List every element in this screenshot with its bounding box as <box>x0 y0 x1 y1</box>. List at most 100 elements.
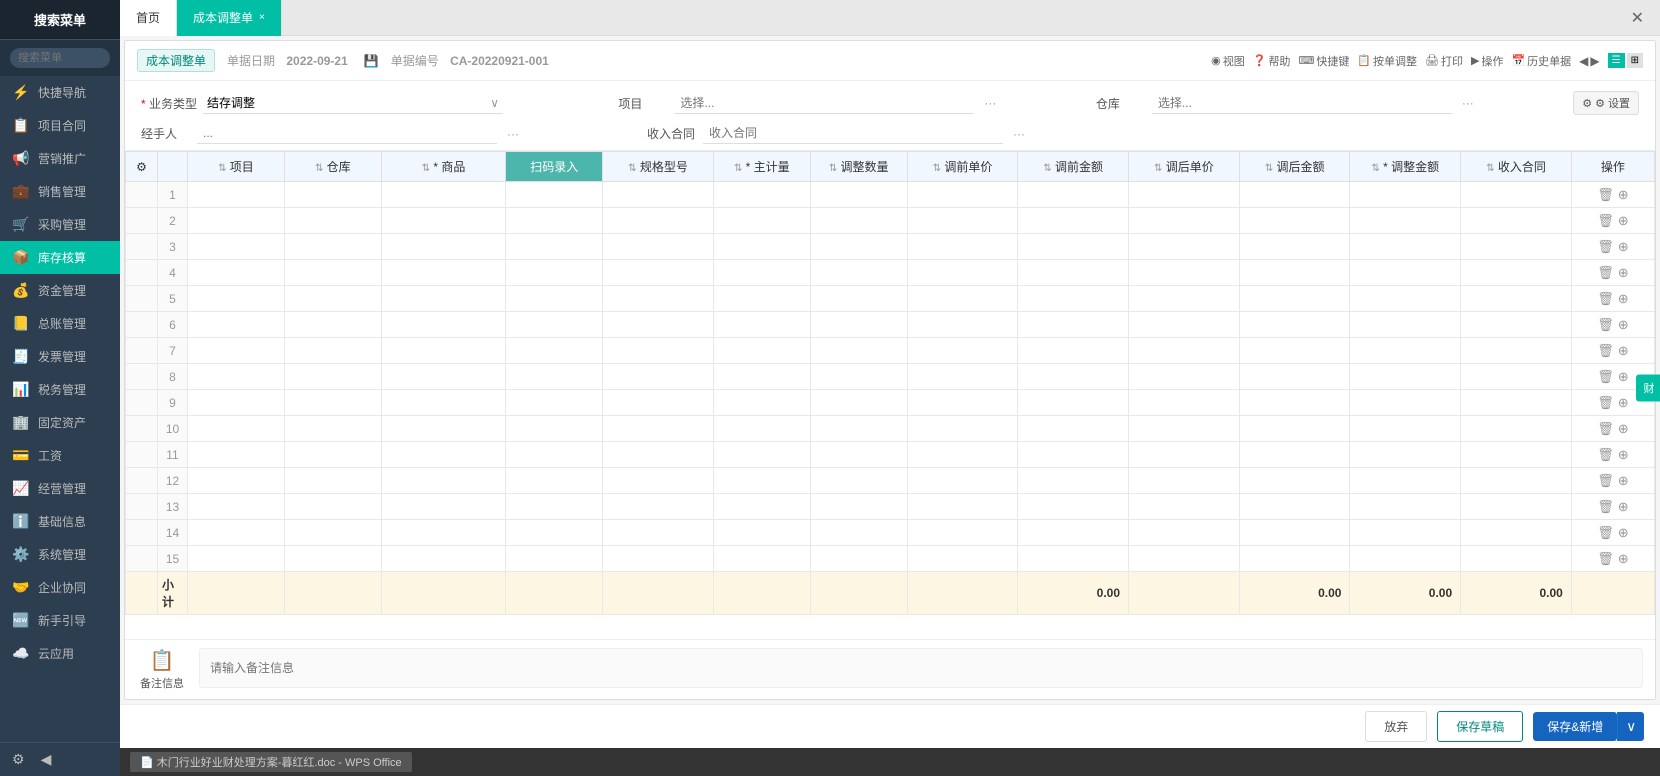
warehouse-input[interactable] <box>1152 93 1452 114</box>
table-row[interactable]: 5 🗑 ⊕ <box>126 286 1655 312</box>
sidebar-item-basic[interactable]: ℹ️ 基础信息 <box>0 505 120 538</box>
copy-row-btn[interactable]: ⊕ <box>1618 551 1629 567</box>
th-spec[interactable]: ⇅ 规格型号 <box>603 152 714 182</box>
save-new-dropdown-btn[interactable]: ∨ <box>1617 712 1644 741</box>
delete-row-btn[interactable]: 🗑 <box>1597 395 1614 411</box>
copy-row-btn[interactable]: ⊕ <box>1618 265 1629 281</box>
settings-button[interactable]: ⚙ ⚙ 设置 <box>1573 91 1639 115</box>
table-row[interactable]: 14 🗑 ⊕ <box>126 520 1655 546</box>
sidebar-item-marketing[interactable]: 📢 营销推广 <box>0 142 120 175</box>
sidebar-item-fund[interactable]: 💰 资金管理 <box>0 274 120 307</box>
copy-row-btn[interactable]: ⊕ <box>1618 473 1629 489</box>
tab-home[interactable]: 首页 <box>120 0 177 36</box>
delete-row-btn[interactable]: 🗑 <box>1597 551 1614 567</box>
sidebar-item-newguide[interactable]: 🆕 新手引导 <box>0 604 120 637</box>
sidebar-item-quick-nav[interactable]: ⚡ 快捷导航 <box>0 76 120 109</box>
delete-row-btn[interactable]: 🗑 <box>1597 343 1614 359</box>
discard-button[interactable]: 放弃 <box>1365 711 1427 742</box>
table-row[interactable]: 7 🗑 ⊕ <box>126 338 1655 364</box>
copy-row-btn[interactable]: ⊕ <box>1618 421 1629 437</box>
table-row[interactable]: 2 🗑 ⊕ <box>126 208 1655 234</box>
table-row[interactable]: 6 🗑 ⊕ <box>126 312 1655 338</box>
right-edge-tab[interactable]: 财 <box>1636 375 1660 402</box>
window-close-button[interactable]: ✕ <box>1623 4 1652 32</box>
tab-cost-adjustment[interactable]: 成本调整单 × <box>177 0 282 36</box>
biz-type-dropdown-icon[interactable]: ∨ <box>490 96 499 110</box>
delete-row-btn[interactable]: 🗑 <box>1597 421 1614 437</box>
th-after-price[interactable]: ⇅ 调后单价 <box>1129 152 1240 182</box>
table-row[interactable]: 15 🗑 ⊕ <box>126 546 1655 572</box>
th-scan[interactable]: 扫码录入 <box>506 152 603 182</box>
action-audit[interactable]: 📋 按单调整 <box>1357 53 1417 69</box>
th-project[interactable]: ⇅ 项目 <box>188 152 285 182</box>
sidebar-item-fixed-assets[interactable]: 🏢 固定资产 <box>0 406 120 439</box>
income-contract-input[interactable] <box>703 123 1003 144</box>
handler-input[interactable] <box>197 123 497 144</box>
sidebar-item-tax[interactable]: 📊 税务管理 <box>0 373 120 406</box>
delete-row-btn[interactable]: 🗑 <box>1597 317 1614 333</box>
th-before-price[interactable]: ⇅ 调前单价 <box>907 152 1018 182</box>
delete-row-btn[interactable]: 🗑 <box>1597 213 1614 229</box>
th-product[interactable]: ⇅ * 商品 <box>381 152 506 182</box>
th-adjust-amount[interactable]: ⇅ * 调整金额 <box>1350 152 1461 182</box>
table-row[interactable]: 9 🗑 ⊕ <box>126 390 1655 416</box>
action-history[interactable]: 📅 历史单据 <box>1511 53 1571 69</box>
nav-next-btn[interactable]: ▶ <box>1590 54 1599 68</box>
copy-row-btn[interactable]: ⊕ <box>1618 239 1629 255</box>
sidebar-search-input[interactable] <box>10 48 110 68</box>
th-warehouse[interactable]: ⇅ 仓库 <box>284 152 381 182</box>
copy-row-btn[interactable]: ⊕ <box>1618 395 1629 411</box>
table-row[interactable]: 11 🗑 ⊕ <box>126 442 1655 468</box>
sidebar-item-inventory[interactable]: 📦 库存核算 <box>0 241 120 274</box>
action-shortcut[interactable]: ⌨ 快捷键 <box>1298 53 1349 69</box>
delete-row-btn[interactable]: 🗑 <box>1597 499 1614 515</box>
delete-row-btn[interactable]: 🗑 <box>1597 369 1614 385</box>
view-list-btn[interactable]: ☰ <box>1608 53 1625 68</box>
copy-row-btn[interactable]: ⊕ <box>1618 317 1629 333</box>
table-row[interactable]: 4 🗑 ⊕ <box>126 260 1655 286</box>
table-row[interactable]: 12 🗑 ⊕ <box>126 468 1655 494</box>
action-help[interactable]: ❓ 帮助 <box>1253 53 1291 69</box>
handler-more-icon[interactable]: ··· <box>507 127 519 141</box>
action-view[interactable]: ◉ 视图 <box>1211 53 1245 69</box>
copy-row-btn[interactable]: ⊕ <box>1618 499 1629 515</box>
warehouse-more-icon[interactable]: ··· <box>1462 96 1474 110</box>
th-before-amount[interactable]: ⇅ 调前金额 <box>1018 152 1129 182</box>
copy-row-btn[interactable]: ⊕ <box>1618 369 1629 385</box>
nav-prev-btn[interactable]: ◀ <box>1579 54 1588 68</box>
table-row[interactable]: 1 🗑 ⊕ <box>126 182 1655 208</box>
copy-row-btn[interactable]: ⊕ <box>1618 343 1629 359</box>
sidebar-item-ledger[interactable]: 📒 总账管理 <box>0 307 120 340</box>
copy-row-btn[interactable]: ⊕ <box>1618 291 1629 307</box>
th-income-contract[interactable]: ⇅ 收入合同 <box>1461 152 1572 182</box>
view-grid-btn[interactable]: ⊞ <box>1627 53 1643 68</box>
delete-row-btn[interactable]: 🗑 <box>1597 187 1614 203</box>
wps-task-item[interactable]: 📄 木门行业好业财处理方案-暮红红.doc - WPS Office <box>130 752 412 772</box>
th-qty[interactable]: ⇅ 调整数量 <box>810 152 907 182</box>
action-operation[interactable]: ▶ 操作 <box>1471 53 1503 69</box>
table-row[interactable]: 10 🗑 ⊕ <box>126 416 1655 442</box>
save-new-button[interactable]: 保存&新增 <box>1533 712 1617 741</box>
save-draft-button[interactable]: 保存草稿 <box>1437 711 1523 742</box>
project-more-icon[interactable]: ··· <box>984 96 996 110</box>
delete-row-btn[interactable]: 🗑 <box>1597 473 1614 489</box>
sidebar-item-cloud[interactable]: ☁️ 云应用 <box>0 637 120 670</box>
copy-row-btn[interactable]: ⊕ <box>1618 447 1629 463</box>
delete-row-btn[interactable]: 🗑 <box>1597 525 1614 541</box>
delete-row-btn[interactable]: 🗑 <box>1597 291 1614 307</box>
sidebar-item-system[interactable]: ⚙️ 系统管理 <box>0 538 120 571</box>
sidebar-collapse-icon[interactable]: ◀ <box>41 751 52 768</box>
sidebar-item-invoice[interactable]: 🧾 发票管理 <box>0 340 120 373</box>
sidebar-settings-icon[interactable]: ⚙ <box>12 751 25 768</box>
action-print[interactable]: 🖨 打印 <box>1425 53 1463 69</box>
sidebar-item-ops[interactable]: 📈 经营管理 <box>0 472 120 505</box>
notes-input[interactable] <box>199 648 1643 688</box>
sidebar-item-enterprise[interactable]: 🤝 企业协同 <box>0 571 120 604</box>
th-gear[interactable]: ⚙ <box>126 152 158 182</box>
delete-row-btn[interactable]: 🗑 <box>1597 447 1614 463</box>
tab-close-icon[interactable]: × <box>259 12 265 23</box>
project-input[interactable] <box>674 93 974 114</box>
sidebar-item-purchase[interactable]: 🛒 采购管理 <box>0 208 120 241</box>
delete-row-btn[interactable]: 🗑 <box>1597 265 1614 281</box>
copy-row-btn[interactable]: ⊕ <box>1618 213 1629 229</box>
